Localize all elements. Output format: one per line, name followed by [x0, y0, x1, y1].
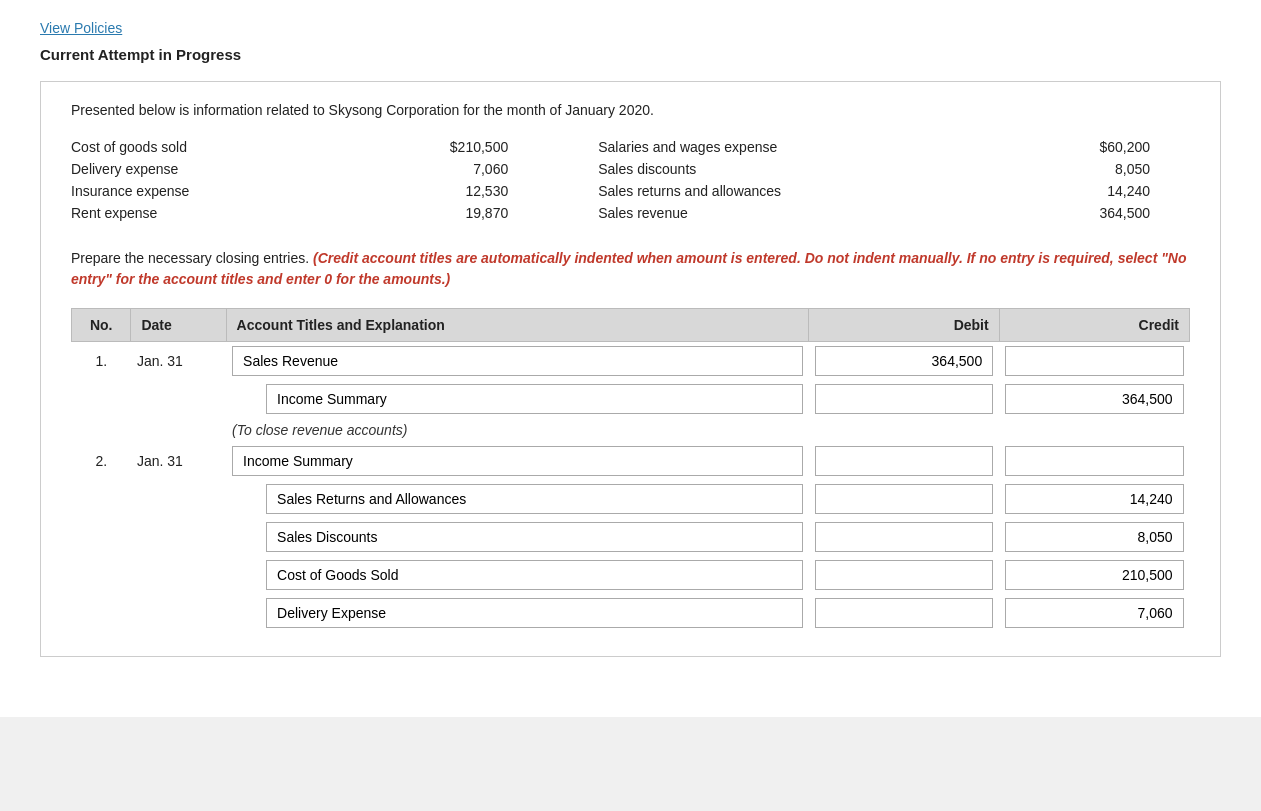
info-box: Presented below is information related t… [40, 81, 1221, 657]
current-attempt-heading: Current Attempt in Progress [40, 46, 1221, 63]
credit-input[interactable] [1005, 598, 1183, 628]
credit-input[interactable] [1005, 346, 1183, 376]
credit-cell [999, 518, 1189, 556]
item-amount: 14,240 [1007, 180, 1190, 202]
debit-input[interactable] [815, 384, 993, 414]
prepare-text: Prepare the necessary closing entries. (… [71, 248, 1190, 290]
item-amount: 364,500 [1007, 202, 1190, 224]
debit-input[interactable] [815, 346, 993, 376]
debit-cell [809, 594, 999, 632]
journal-header-row: No. Date Account Titles and Explanation … [72, 309, 1190, 342]
debit-cell [809, 480, 999, 518]
col-debit-header: Debit [809, 309, 999, 342]
item-amount: $60,200 [1007, 136, 1190, 158]
item-label: Sales returns and allowances [598, 180, 1007, 202]
account-input[interactable] [266, 598, 803, 628]
credit-cell [999, 556, 1189, 594]
entry-no: 2. [72, 442, 131, 480]
account-input[interactable] [232, 346, 803, 376]
account-cell [226, 480, 809, 518]
debit-cell [809, 442, 999, 480]
debit-input[interactable] [815, 598, 993, 628]
entry-no [72, 380, 131, 418]
account-cell [226, 342, 809, 381]
data-row: Rent expense 19,870 Sales revenue 364,50… [71, 202, 1190, 224]
credit-cell [999, 480, 1189, 518]
item-amount: 7,060 [350, 158, 548, 180]
item-label: Sales revenue [598, 202, 1007, 224]
debit-cell [809, 380, 999, 418]
view-policies-link[interactable]: View Policies [40, 20, 122, 36]
item-amount: 8,050 [1007, 158, 1190, 180]
item-label: Delivery expense [71, 158, 350, 180]
credit-input[interactable] [1005, 484, 1183, 514]
journal-entry-row [72, 380, 1190, 418]
close-note: (To close revenue accounts) [226, 418, 1189, 442]
debit-cell [809, 556, 999, 594]
account-input[interactable] [266, 384, 803, 414]
journal-entry-row [72, 594, 1190, 632]
item-amount: 12,530 [350, 180, 548, 202]
item-label: Salaries and wages expense [598, 136, 1007, 158]
entry-no: 1. [72, 342, 131, 381]
data-items-table: Cost of goods sold $210,500 Salaries and… [71, 136, 1190, 224]
journal-note-row: (To close revenue accounts) [72, 418, 1190, 442]
journal-entry-row: 2. Jan. 31 [72, 442, 1190, 480]
credit-input[interactable] [1005, 384, 1183, 414]
journal-table: No. Date Account Titles and Explanation … [71, 308, 1190, 632]
item-amount: $210,500 [350, 136, 548, 158]
account-cell [226, 380, 809, 418]
debit-input[interactable] [815, 446, 993, 476]
debit-input[interactable] [815, 560, 993, 590]
account-input[interactable] [266, 484, 803, 514]
account-cell [226, 556, 809, 594]
col-no-header: No. [72, 309, 131, 342]
data-row: Insurance expense 12,530 Sales returns a… [71, 180, 1190, 202]
journal-entry-row: 1. Jan. 31 [72, 342, 1190, 381]
credit-input[interactable] [1005, 522, 1183, 552]
intro-text: Presented below is information related t… [71, 102, 1190, 118]
debit-input[interactable] [815, 484, 993, 514]
debit-input[interactable] [815, 522, 993, 552]
journal-entry-row [72, 556, 1190, 594]
account-input[interactable] [266, 522, 803, 552]
item-label: Insurance expense [71, 180, 350, 202]
data-row: Delivery expense 7,060 Sales discounts 8… [71, 158, 1190, 180]
col-credit-header: Credit [999, 309, 1189, 342]
credit-input[interactable] [1005, 446, 1183, 476]
col-date-header: Date [131, 309, 226, 342]
account-cell [226, 594, 809, 632]
item-label: Cost of goods sold [71, 136, 350, 158]
credit-cell [999, 442, 1189, 480]
credit-cell [999, 594, 1189, 632]
journal-entry-row [72, 480, 1190, 518]
data-row: Cost of goods sold $210,500 Salaries and… [71, 136, 1190, 158]
entry-date: Jan. 31 [131, 442, 226, 480]
col-account-header: Account Titles and Explanation [226, 309, 809, 342]
account-input[interactable] [266, 560, 803, 590]
account-cell [226, 442, 809, 480]
account-cell [226, 518, 809, 556]
debit-cell [809, 518, 999, 556]
entry-date: Jan. 31 [131, 342, 226, 381]
item-amount: 19,870 [350, 202, 548, 224]
credit-cell [999, 380, 1189, 418]
item-label: Rent expense [71, 202, 350, 224]
account-input[interactable] [232, 446, 803, 476]
item-label: Sales discounts [598, 158, 1007, 180]
credit-input[interactable] [1005, 560, 1183, 590]
entry-date [131, 380, 226, 418]
debit-cell [809, 342, 999, 381]
journal-entry-row [72, 518, 1190, 556]
credit-cell [999, 342, 1189, 381]
